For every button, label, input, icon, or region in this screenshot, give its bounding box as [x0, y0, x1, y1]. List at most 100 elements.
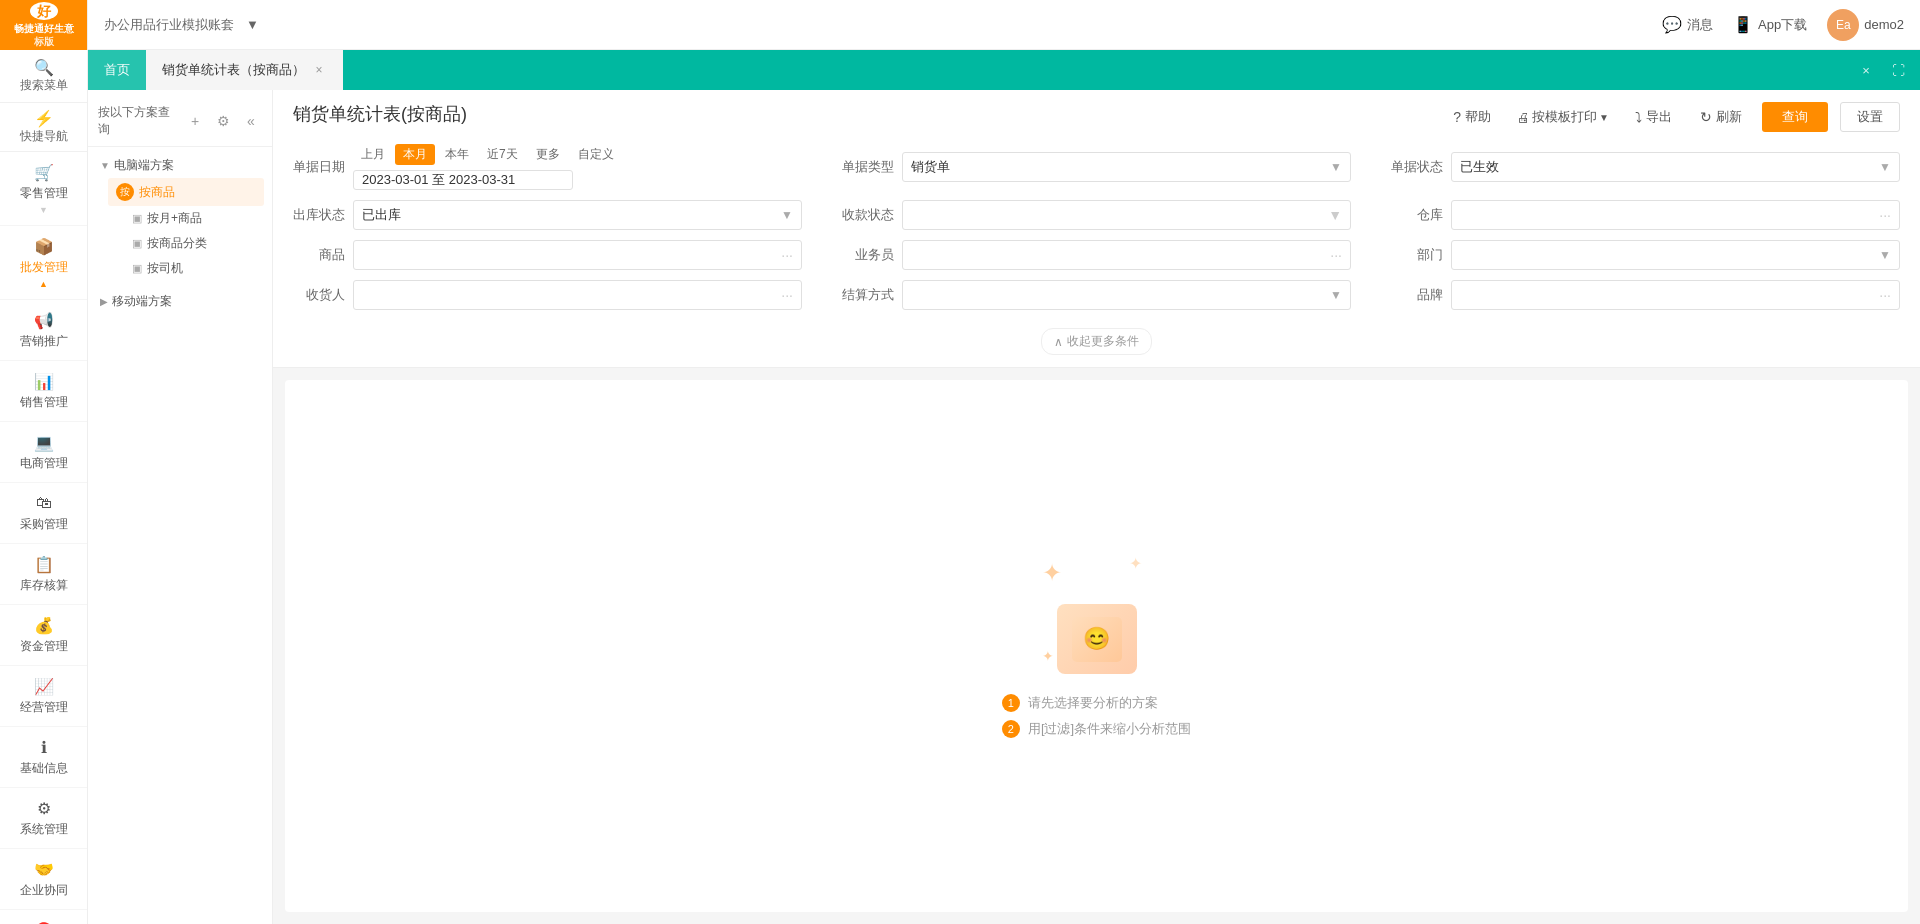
sidebar-item-collab[interactable]: 🤝 企业协同 — [0, 849, 87, 910]
query-button[interactable]: 查询 — [1762, 102, 1828, 132]
tab-active[interactable]: 销货单统计表（按商品） × — [146, 50, 343, 90]
print-button[interactable]: 🖨 按模板打印 ▼ — [1511, 104, 1615, 130]
guide-icon: 🎯 — [34, 920, 54, 924]
sidebar-item-system[interactable]: ⚙ 系统管理 — [0, 788, 87, 849]
goods-control[interactable]: ··· — [353, 240, 802, 270]
sidebar-item-ecommerce[interactable]: 💻 电商管理 — [0, 422, 87, 483]
sidebar-item-inventory[interactable]: 📋 库存核算 — [0, 544, 87, 605]
doctype-label: 单据类型 — [842, 158, 902, 176]
outstatus-control[interactable]: 已出库 ▼ — [353, 200, 802, 230]
add-scheme-button[interactable]: + — [184, 110, 206, 132]
settings-scheme-button[interactable]: ⚙ — [212, 110, 234, 132]
sidebar-collab-label: 企业协同 — [20, 882, 68, 899]
date-range-display[interactable]: 2023-03-01 至 2023-03-31 — [353, 170, 573, 190]
user-menu[interactable]: Ea demo2 — [1827, 9, 1904, 41]
sales-icon: 📊 — [34, 371, 54, 391]
tree-node-by-driver[interactable]: ▣ 按司机 — [108, 256, 264, 281]
collapse-label: 收起更多条件 — [1067, 333, 1139, 350]
goods-label: 商品 — [293, 246, 353, 264]
dropdown-arrow: ▼ — [246, 17, 259, 32]
wholesale-arrow: ▲ — [39, 279, 48, 289]
sidebar-item-basicinfo[interactable]: ℹ 基础信息 — [0, 727, 87, 788]
settings-button[interactable]: 设置 — [1840, 102, 1900, 132]
message-icon: 💬 — [1662, 15, 1682, 34]
sidebar-item-guide[interactable]: 🎯 新手引导 — [0, 910, 87, 924]
paystatus-control[interactable]: ▼ — [902, 200, 1351, 230]
industry-dropdown[interactable]: ▼ — [246, 17, 259, 32]
export-button[interactable]: ⤵ 导出 — [1627, 104, 1680, 130]
salesperson-dots-icon: ··· — [1330, 247, 1342, 263]
tab-home[interactable]: 首页 — [88, 50, 146, 90]
dept-dropdown-icon: ▼ — [1879, 248, 1891, 262]
sidebar-quicknav-label: 快捷导航 — [20, 129, 68, 143]
tab-expand-button[interactable]: ⛶ — [1884, 56, 1912, 84]
docstatus-control[interactable]: 已生效 ▼ — [1451, 152, 1900, 182]
tree-node-by-category[interactable]: ▣ 按商品分类 — [108, 231, 264, 256]
date-curr-btn[interactable]: 本月 — [395, 144, 435, 165]
sub-icon-month: ▣ — [132, 212, 142, 225]
top-header: 办公用品行业模拟账套 ▼ 💬 消息 📱 App下载 Ea demo2 — [88, 0, 1920, 50]
date-year-btn[interactable]: 本年 — [437, 144, 477, 165]
sidebar-ecommerce-label: 电商管理 — [20, 455, 68, 472]
collapse-button[interactable]: ∧ 收起更多条件 — [1041, 328, 1152, 355]
tab-close-button[interactable]: × — [1852, 56, 1880, 84]
collapse-row: ∧ 收起更多条件 — [293, 320, 1900, 355]
dept-control[interactable]: ▼ — [1451, 240, 1900, 270]
date-more-btn[interactable]: 更多 — [528, 144, 568, 165]
settle-control[interactable]: ▼ — [902, 280, 1351, 310]
help-button[interactable]: ? 帮助 — [1445, 104, 1499, 130]
sidebar-item-retail[interactable]: 🛒 零售管理 ▼ — [0, 152, 87, 226]
step-num-2: 2 — [1002, 720, 1020, 738]
marketing-icon: 📢 — [34, 310, 54, 330]
message-button[interactable]: 💬 消息 — [1662, 15, 1713, 34]
tab-close-icon[interactable]: × — [311, 62, 327, 78]
empty-text: 1 请先选择要分析的方案 2 用[过滤]条件来缩小分析范围 — [1002, 694, 1191, 738]
date-prev-btn[interactable]: 上月 — [353, 144, 393, 165]
brand-control[interactable]: ··· — [1451, 280, 1900, 310]
filter-settle-item: 结算方式 ▼ — [842, 280, 1351, 310]
dept-label: 部门 — [1391, 246, 1451, 264]
basicinfo-icon: ℹ — [34, 737, 54, 757]
doctype-value: 销货单 — [911, 158, 1326, 176]
filter-doctype-item: 单据类型 销货单 ▼ — [842, 152, 1351, 182]
doctype-control[interactable]: 销货单 ▼ — [902, 152, 1351, 182]
app-download-label: App下载 — [1758, 16, 1807, 34]
sidebar-finance-label: 资金管理 — [20, 638, 68, 655]
sidebar-item-search[interactable]: 🔍 搜索菜单 — [0, 50, 87, 103]
sidebar-item-operations[interactable]: 📈 经营管理 — [0, 666, 87, 727]
empty-box: 😊 — [1057, 604, 1137, 674]
brand-label: 品牌 — [1391, 286, 1451, 304]
paystatus-label: 收款状态 — [842, 206, 902, 224]
tree-node-by-month[interactable]: ▣ 按月+商品 — [108, 206, 264, 231]
sidebar-item-wholesale[interactable]: 📦 批发管理 ▲ — [0, 226, 87, 300]
receiver-dots-icon: ··· — [781, 287, 793, 303]
tab-active-label: 销货单统计表（按商品） — [162, 61, 305, 79]
sidebar-item-purchase[interactable]: 🛍 采购管理 — [0, 483, 87, 544]
salesperson-control[interactable]: ··· — [902, 240, 1351, 270]
right-panel: 销货单统计表(按商品) ? 帮助 🖨 按模板打印 ▼ ⤵ 导出 — [273, 90, 1920, 924]
date-custom-btn[interactable]: 自定义 — [570, 144, 622, 165]
app-download-icon: 📱 — [1733, 15, 1753, 34]
receiver-control[interactable]: ··· — [353, 280, 802, 310]
mobile-section-header[interactable]: ▶ 移动端方案 — [96, 289, 264, 314]
app-download-button[interactable]: 📱 App下载 — [1733, 15, 1807, 34]
print-label: 按模板打印 — [1532, 108, 1597, 126]
refresh-button[interactable]: ↻ 刷新 — [1692, 104, 1750, 130]
pc-section-header[interactable]: ▼ 电脑端方案 — [96, 153, 264, 178]
message-label: 消息 — [1687, 16, 1713, 34]
date-7days-btn[interactable]: 近7天 — [479, 144, 526, 165]
sidebar-item-finance[interactable]: 💰 资金管理 — [0, 605, 87, 666]
warehouse-control[interactable]: ··· — [1451, 200, 1900, 230]
sidebar-item-sales[interactable]: 📊 销售管理 — [0, 361, 87, 422]
collapse-panel-button[interactable]: « — [240, 110, 262, 132]
sidebar-item-quicknav[interactable]: ⚡ 快捷导航 — [0, 103, 87, 152]
logo-sub: 标版 — [34, 35, 54, 48]
filter-docstatus-item: 单据状态 已生效 ▼ — [1391, 152, 1900, 182]
sidebar-search-label: 搜索菜单 — [20, 78, 68, 92]
sidebar-item-marketing[interactable]: 📢 营销推广 — [0, 300, 87, 361]
tree-node-by-goods[interactable]: 按 按商品 — [108, 178, 264, 206]
operations-icon: 📈 — [34, 676, 54, 696]
outstatus-dropdown-icon: ▼ — [781, 208, 793, 222]
mobile-section-arrow: ▶ — [100, 296, 108, 307]
print-icon: 🖨 — [1517, 110, 1530, 125]
